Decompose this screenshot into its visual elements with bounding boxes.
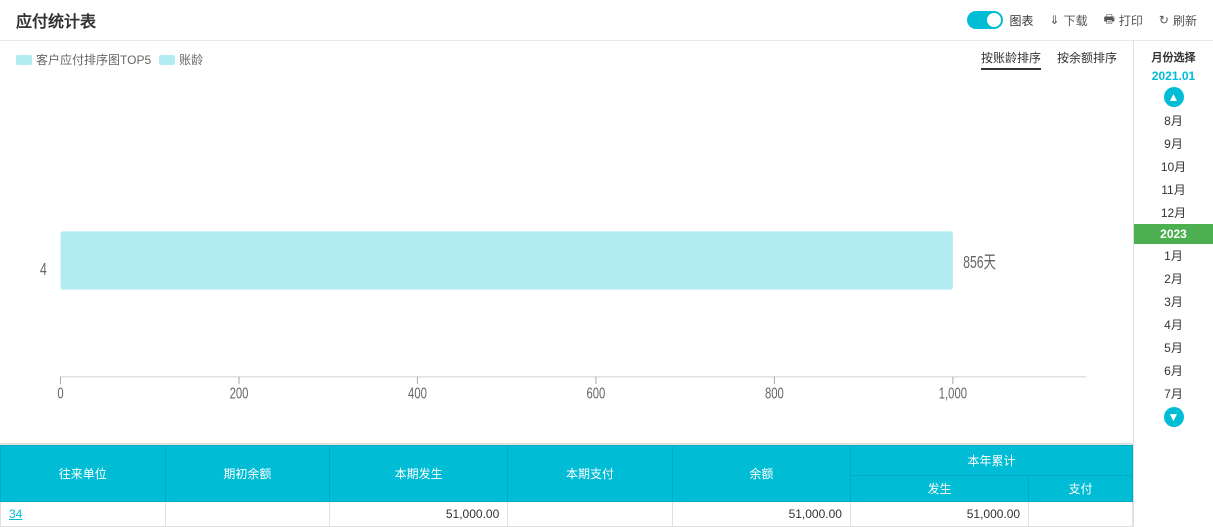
chart-header: 客户应付排序图TOP5 账龄 按账龄排序 按余额排序	[0, 41, 1133, 78]
legend-item-age: 账龄	[159, 51, 203, 68]
download-button[interactable]: ⇓ 下载	[1050, 12, 1088, 29]
sidebar-month-item[interactable]: 11月	[1134, 178, 1213, 201]
chart-area: 34 856天 0 200 400 600	[0, 78, 1133, 443]
print-icon: 🖶	[1104, 10, 1115, 31]
sidebar-month-item[interactable]: 7月	[1134, 382, 1213, 405]
cell-payment	[508, 502, 673, 527]
sidebar-year[interactable]: 2021.01	[1152, 67, 1195, 85]
sidebar-month-item[interactable]: 4月	[1134, 313, 1213, 336]
sort-tabs: 按账龄排序 按余额排序	[981, 49, 1117, 70]
col-payment: 本期支付	[508, 446, 673, 502]
scroll-down-button[interactable]: ▼	[1164, 407, 1184, 427]
col-occurrence: 本期发生	[330, 446, 508, 502]
sidebar-month-item[interactable]: 8月	[1134, 109, 1213, 132]
refresh-icon: ↻	[1159, 13, 1169, 27]
legend-label-age: 账龄	[179, 51, 203, 68]
legend-color-age	[159, 55, 175, 65]
svg-text:1,000: 1,000	[939, 384, 967, 402]
table-body: 34 51,000.00 51,000.00 51,000.00	[1, 502, 1133, 527]
header-actions: 图表 ⇓ 下载 🖶 打印 ↻ 刷新	[967, 10, 1197, 31]
table-area: 往来单位 期初余额 本期发生 本期支付 余额 本年累计 发生 支付	[0, 443, 1133, 527]
sidebar-month-item[interactable]: 2月	[1134, 267, 1213, 290]
data-table: 往来单位 期初余额 本期发生 本期支付 余额 本年累计 发生 支付	[0, 445, 1133, 527]
cell-ytd-pay	[1029, 502, 1133, 527]
chart-label: 图表	[1009, 12, 1033, 29]
sort-by-balance-tab[interactable]: 按账龄排序	[981, 49, 1041, 70]
chart-panel: 客户应付排序图TOP5 账龄 按账龄排序 按余额排序 34	[0, 41, 1133, 527]
cell-unit[interactable]: 34	[1, 502, 166, 527]
svg-text:200: 200	[230, 384, 249, 402]
cell-occurrence: 51,000.00	[330, 502, 508, 527]
sidebar-label: 月份选择	[1152, 45, 1196, 67]
main-content: 客户应付排序图TOP5 账龄 按账龄排序 按余额排序 34	[0, 41, 1213, 527]
col-balance: 余额	[672, 446, 850, 502]
refresh-label: 刷新	[1173, 12, 1197, 29]
col-opening: 期初余额	[165, 446, 330, 502]
table-row: 34 51,000.00 51,000.00 51,000.00	[1, 502, 1133, 527]
legend-label-customers: 客户应付排序图TOP5	[36, 51, 151, 68]
bar-y-label: 34	[40, 260, 47, 280]
col-unit: 往来单位	[1, 446, 166, 502]
col-ytd-occ: 发生	[850, 476, 1028, 502]
cell-opening	[165, 502, 330, 527]
sidebar-month-item[interactable]: 9月	[1134, 132, 1213, 155]
page-title: 应付统计表	[16, 8, 96, 32]
right-sidebar: 月份选择 2021.01 ▲ 8月9月10月11月12月20231月2月3月4月…	[1133, 41, 1213, 527]
col-ytd-pay: 支付	[1029, 476, 1133, 502]
sidebar-month-item[interactable]: 5月	[1134, 336, 1213, 359]
cell-balance: 51,000.00	[672, 502, 850, 527]
refresh-button[interactable]: ↻ 刷新	[1159, 12, 1197, 29]
svg-text:800: 800	[765, 384, 784, 402]
svg-text:600: 600	[587, 384, 606, 402]
sidebar-month-item[interactable]: 6月	[1134, 359, 1213, 382]
toggle-thumb	[987, 13, 1001, 27]
header: 应付统计表 图表 ⇓ 下载 🖶 打印 ↻ 刷新	[0, 0, 1213, 41]
sidebar-year-item[interactable]: 2023	[1134, 224, 1213, 244]
sidebar-month-item[interactable]: 12月	[1134, 201, 1213, 224]
download-icon: ⇓	[1050, 13, 1060, 27]
toggle-track	[967, 11, 1003, 29]
legend-item-customers: 客户应付排序图TOP5	[16, 51, 151, 68]
print-button[interactable]: 🖶 打印	[1104, 10, 1143, 31]
sidebar-month-item[interactable]: 3月	[1134, 290, 1213, 313]
chart-toggle[interactable]: 图表	[967, 11, 1033, 29]
month-list: 8月9月10月11月12月20231月2月3月4月5月6月7月	[1134, 109, 1213, 405]
svg-text:400: 400	[408, 384, 427, 402]
table-wrapper: 往来单位 期初余额 本期发生 本期支付 余额 本年累计 发生 支付	[0, 445, 1133, 527]
scroll-up-button[interactable]: ▲	[1164, 87, 1184, 107]
svg-text:0: 0	[57, 384, 64, 402]
chart-legend: 客户应付排序图TOP5 账龄	[16, 51, 203, 68]
col-ytd: 本年累计	[850, 446, 1132, 476]
sort-by-amount-tab[interactable]: 按余额排序	[1057, 49, 1117, 70]
bar-rect	[61, 231, 953, 289]
bar-chart: 34 856天 0 200 400 600	[40, 86, 1117, 435]
cell-ytd-occ: 51,000.00	[850, 502, 1028, 527]
bar-end-label: 856天	[963, 253, 996, 273]
table-header-row: 往来单位 期初余额 本期发生 本期支付 余额 本年累计	[1, 446, 1133, 476]
sidebar-month-item[interactable]: 1月	[1134, 244, 1213, 267]
print-label: 打印	[1119, 12, 1143, 29]
legend-color-customers	[16, 55, 32, 65]
sidebar-month-item[interactable]: 10月	[1134, 155, 1213, 178]
download-label: 下载	[1064, 12, 1088, 29]
